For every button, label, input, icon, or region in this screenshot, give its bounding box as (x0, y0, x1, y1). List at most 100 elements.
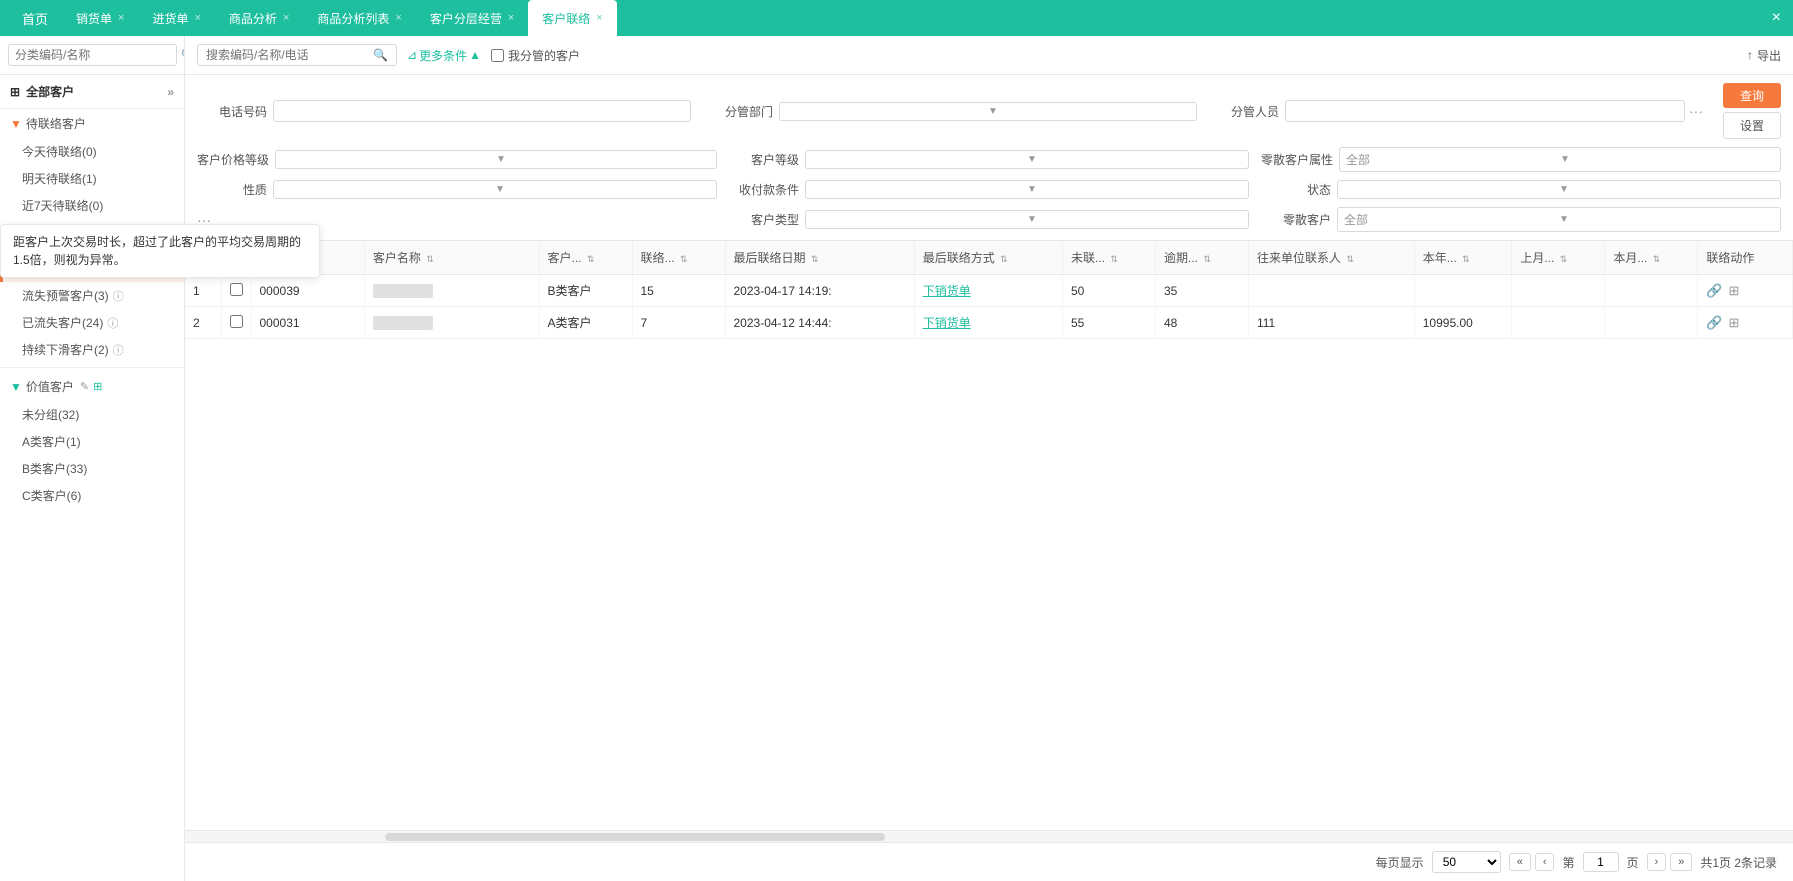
sidebar-group-pending-contact[interactable]: ▼ 待联络客户 (0, 109, 184, 138)
sidebar-group-value-customers[interactable]: ▼ 价值客户 ✎ ⊞ (0, 372, 184, 401)
main-search-icon[interactable]: 🔍 (373, 48, 388, 62)
chevron-down-icon-status: ▼ (1559, 184, 1774, 195)
filter-customer-type-select[interactable]: ▼ (805, 210, 1249, 229)
filter-icon: ⊿ (407, 48, 417, 62)
grid-action-icon-1[interactable]: ⊞ (1729, 283, 1740, 299)
filter-customer-grade-select[interactable]: ▼ (805, 150, 1249, 169)
table-row: 1 000039 B类客户 15 2023-04-17 14:19: 下销货单 … (185, 275, 1793, 307)
settings-button[interactable]: 设置 (1723, 112, 1781, 139)
sort-icon-name: ⇅ (426, 254, 434, 264)
th-last-contact-date[interactable]: 最后联络日期 ⇅ (725, 241, 914, 275)
filter-retail-customer-label: 零散客户 (1261, 211, 1331, 228)
filter-customer-type: 客户类型 ▼ (729, 210, 1249, 229)
chevron-down-icon-retail-attr: ▼ (1560, 154, 1774, 165)
td-last-month-2 (1512, 307, 1605, 339)
table-header-row: ⚙ 客户编码 ⇅ 客户名称 ⇅ (185, 241, 1793, 275)
sidebar-item-today-pending[interactable]: 今天待联络(0) (0, 138, 184, 165)
th-overdue[interactable]: 逾期... ⇅ (1155, 241, 1248, 275)
close-customer-segmentation[interactable]: × (508, 12, 514, 24)
contact-icon-2[interactable]: 🔗 (1706, 315, 1722, 331)
sidebar-item-a-class[interactable]: A类客户(1) (0, 428, 184, 455)
edit-icon[interactable]: ✎ (80, 380, 89, 393)
content-area: 🔍 ⊿ 更多条件 ▲ 我分管的客户 ↑ 导出 (185, 36, 1793, 881)
nav-sales-order[interactable]: 销货单 × (62, 0, 138, 36)
filter-status-select[interactable]: ▼ (1337, 180, 1781, 199)
th-this-year[interactable]: 本年... ⇅ (1414, 241, 1512, 275)
page-input[interactable] (1583, 852, 1619, 872)
nav-customer-contact[interactable]: 客户联络 × (528, 0, 616, 36)
filter-status-label: 状态 (1261, 181, 1331, 198)
close-product-analysis-list[interactable]: × (395, 12, 401, 24)
filter-top-bar: 🔍 ⊿ 更多条件 ▲ 我分管的客户 ↑ 导出 (185, 36, 1793, 75)
scrollbar-thumb[interactable] (385, 833, 885, 841)
td-overdue-1: 35 (1155, 275, 1248, 307)
th-contact-count[interactable]: 联络... ⇅ (632, 241, 725, 275)
next-page-btn[interactable]: › (1647, 853, 1667, 871)
sidebar-collapse-icon[interactable]: » (167, 85, 174, 99)
close-product-analysis[interactable]: × (283, 12, 289, 24)
contact-method-link-1[interactable]: 下销货单 (923, 284, 971, 298)
filter-nature-select[interactable]: ▼ (273, 180, 717, 199)
close-customer-contact[interactable]: × (596, 12, 602, 24)
expand-icon[interactable]: ⊞ (93, 380, 102, 393)
filter-manager-input[interactable] (1285, 100, 1685, 122)
sidebar-item-7days-pending[interactable]: 近7天待联络(0) (0, 192, 184, 219)
sidebar-item-declining[interactable]: 持续下滑客户(2) ⓘ (0, 336, 184, 363)
th-uncontacted[interactable]: 未联... ⇅ (1062, 241, 1155, 275)
chevron-down-icon-price: ▼ (496, 154, 710, 165)
chevron-down-icon-payment: ▼ (1027, 184, 1242, 195)
close-purchase-order[interactable]: × (194, 12, 200, 24)
nav-product-analysis[interactable]: 商品分析 × (215, 0, 303, 36)
sidebar-item-c-class[interactable]: C类客户(6) (0, 482, 184, 509)
th-contact-person[interactable]: 往来单位联系人 ⇅ (1248, 241, 1414, 275)
grid-action-icon-2[interactable]: ⊞ (1729, 315, 1740, 331)
sidebar-item-tomorrow-pending[interactable]: 明天待联络(1) (0, 165, 184, 192)
td-last-contact-method-2: 下销货单 (914, 307, 1062, 339)
more-conditions-btn[interactable]: ⊿ 更多条件 ▲ (407, 47, 481, 64)
horizontal-scrollbar[interactable] (185, 830, 1793, 842)
main-search-input[interactable] (206, 48, 373, 62)
close-all-tabs[interactable]: × (1772, 9, 1781, 27)
sidebar-item-unclassified[interactable]: 未分组(32) (0, 401, 184, 428)
prev-page-btn[interactable]: ‹ (1535, 853, 1555, 871)
nav-home[interactable]: 首页 (8, 0, 62, 36)
sidebar-all-customers-header[interactable]: ⊞ 全部客户 » (0, 75, 184, 109)
first-page-btn[interactable]: « (1509, 853, 1531, 871)
sidebar-item-b-class[interactable]: B类客户(33) (0, 455, 184, 482)
filter-dept-select[interactable]: ▼ (779, 102, 1197, 121)
per-page-select[interactable]: 50 100 200 (1432, 851, 1501, 873)
nav-product-analysis-list[interactable]: 商品分析列表 × (303, 0, 415, 36)
manager-dots-btn[interactable]: ··· (1689, 103, 1703, 119)
filter-retail-attr: 零散客户属性 全部 ▼ (1261, 147, 1781, 172)
contact-icon-1[interactable]: 🔗 (1706, 283, 1722, 299)
th-name[interactable]: 客户名称 ⇅ (364, 241, 539, 275)
sidebar-search-input[interactable] (8, 44, 177, 66)
filter-price-grade-select[interactable]: ▼ (275, 150, 717, 169)
filter-retail-attr-select[interactable]: 全部 ▼ (1339, 147, 1781, 172)
td-actions-2: 🔗 ⊞ (1698, 307, 1793, 339)
filter-row-2: 客户价格等级 ▼ 客户等级 ▼ 零散客户属性 全部 (197, 147, 1781, 172)
per-page-label: 每页显示 (1376, 854, 1424, 871)
contact-method-link-2[interactable]: 下销货单 (923, 316, 971, 330)
close-sales-order[interactable]: × (118, 12, 124, 24)
nav-customer-segmentation[interactable]: 客户分层经营 × (416, 0, 528, 36)
sidebar-item-churn-warning[interactable]: 流失预警客户(3) ⓘ (0, 282, 184, 309)
row-checkbox-2[interactable] (230, 315, 243, 328)
th-this-month[interactable]: 本月... ⇅ (1605, 241, 1698, 275)
th-type[interactable]: 客户... ⇅ (539, 241, 632, 275)
query-button[interactable]: 查询 (1723, 83, 1781, 108)
th-last-contact-method[interactable]: 最后联络方式 ⇅ (914, 241, 1062, 275)
nav-purchase-order[interactable]: 进货单 × (138, 0, 214, 36)
arrow-down-icon: ▼ (10, 117, 22, 131)
filter-phone-input[interactable] (273, 100, 691, 122)
filter-retail-customer-select[interactable]: 全部 ▼ (1337, 207, 1781, 232)
filter-payment-terms-select[interactable]: ▼ (805, 180, 1249, 199)
last-page-btn[interactable]: » (1670, 853, 1692, 871)
filter-payment-terms-label: 收付款条件 (729, 181, 799, 198)
th-last-month[interactable]: 上月... ⇅ (1512, 241, 1605, 275)
export-btn[interactable]: ↑ 导出 (1747, 47, 1781, 64)
filter-price-grade-label: 客户价格等级 (197, 151, 269, 168)
my-customers-checkbox[interactable] (491, 49, 504, 62)
sidebar-item-churned[interactable]: 已流失客户(24) ⓘ (0, 309, 184, 336)
row-checkbox-1[interactable] (230, 283, 243, 296)
